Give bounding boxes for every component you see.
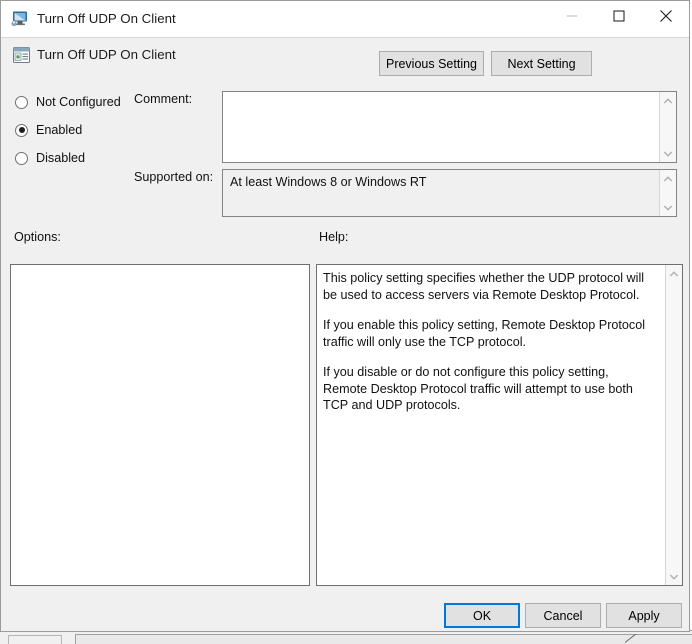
ok-button[interactable]: OK bbox=[444, 603, 520, 628]
window-title: Turn Off UDP On Client bbox=[37, 11, 176, 26]
apply-button[interactable]: Apply bbox=[606, 603, 682, 628]
help-scroll-down-button[interactable] bbox=[666, 568, 682, 585]
radio-disabled-mark bbox=[15, 151, 28, 165]
chevron-up-icon bbox=[663, 175, 673, 181]
maximize-icon bbox=[613, 10, 625, 22]
chevron-up-icon bbox=[669, 270, 679, 276]
comment-label: Comment: bbox=[134, 92, 193, 106]
supported-on-field: At least Windows 8 or Windows RT bbox=[222, 169, 677, 217]
policy-setting-icon bbox=[12, 46, 31, 64]
comment-scrollbar[interactable] bbox=[659, 92, 676, 162]
close-icon bbox=[660, 10, 672, 22]
help-text: This policy setting specifies whether th… bbox=[323, 270, 653, 414]
supported-scroll-down-button[interactable] bbox=[660, 199, 676, 216]
help-scroll-up-button[interactable] bbox=[666, 265, 682, 282]
radio-enabled-label: Enabled bbox=[36, 123, 83, 137]
radio-not-configured-label: Not Configured bbox=[36, 95, 121, 109]
background-window-strip bbox=[0, 630, 692, 644]
computer-monitor-icon bbox=[10, 10, 30, 28]
help-section-label: Help: bbox=[319, 230, 349, 244]
minimize-icon bbox=[566, 15, 578, 17]
comment-scroll-up-button[interactable] bbox=[660, 92, 676, 109]
supported-scroll-up-button[interactable] bbox=[660, 170, 676, 187]
chevron-up-icon bbox=[663, 97, 673, 103]
minimize-button[interactable] bbox=[549, 1, 595, 31]
previous-setting-button[interactable]: Previous Setting bbox=[379, 51, 484, 76]
supported-on-value: At least Windows 8 or Windows RT bbox=[230, 175, 427, 189]
radio-disabled-label: Disabled bbox=[36, 151, 86, 165]
policy-name: Turn Off UDP On Client bbox=[37, 47, 176, 62]
comment-input[interactable] bbox=[222, 91, 677, 163]
maximize-button[interactable] bbox=[596, 1, 642, 31]
help-scrollbar[interactable] bbox=[665, 265, 682, 585]
cancel-button[interactable]: Cancel bbox=[525, 603, 601, 628]
chevron-down-icon bbox=[663, 151, 673, 157]
policy-setting-dialog: Turn Off UDP On Client Turn Off UDP On C… bbox=[0, 0, 690, 632]
chevron-down-icon bbox=[663, 205, 673, 211]
radio-enabled[interactable]: Enabled bbox=[15, 123, 82, 137]
radio-not-configured-mark bbox=[15, 95, 28, 109]
comment-scroll-down-button[interactable] bbox=[660, 145, 676, 162]
radio-disabled[interactable]: Disabled bbox=[15, 151, 85, 165]
help-paragraph: If you disable or do not configure this … bbox=[323, 365, 633, 412]
next-setting-button[interactable]: Next Setting bbox=[491, 51, 592, 76]
background-window-resize-grip bbox=[625, 634, 639, 643]
chevron-down-icon bbox=[669, 574, 679, 580]
help-paragraph: This policy setting specifies whether th… bbox=[323, 271, 645, 302]
supported-on-label: Supported on: bbox=[134, 170, 214, 184]
close-button[interactable] bbox=[643, 1, 689, 31]
radio-not-configured[interactable]: Not Configured bbox=[15, 95, 121, 109]
options-section-label: Options: bbox=[14, 230, 61, 244]
help-panel: This policy setting specifies whether th… bbox=[316, 264, 683, 586]
options-panel[interactable] bbox=[10, 264, 310, 586]
title-bar: Turn Off UDP On Client bbox=[1, 1, 689, 37]
footer-divider bbox=[2, 593, 688, 594]
supported-on-scrollbar[interactable] bbox=[659, 170, 676, 216]
help-paragraph: If you enable this policy setting, Remot… bbox=[323, 318, 646, 349]
radio-enabled-mark bbox=[15, 123, 28, 137]
